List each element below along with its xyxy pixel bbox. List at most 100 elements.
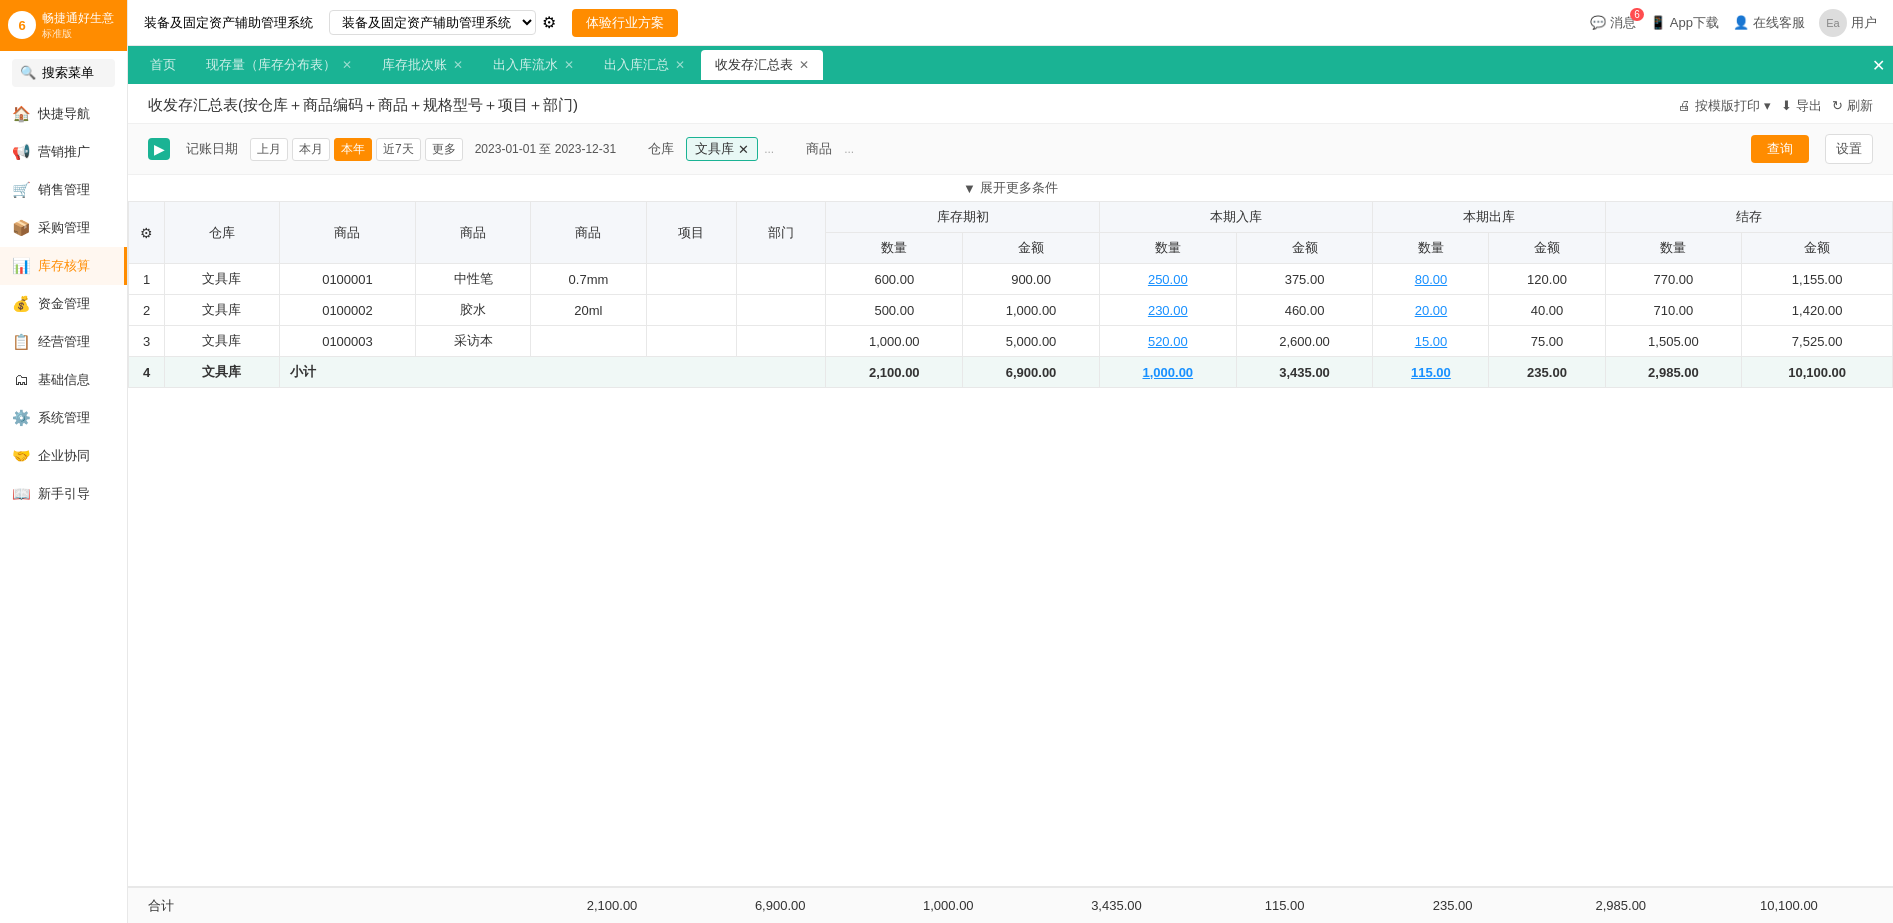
app-download-label: App下载 <box>1670 14 1719 32</box>
sidebar-item-label: 经营管理 <box>38 333 90 351</box>
tab-close-in-out-summary[interactable]: ✕ <box>675 59 685 71</box>
subtotal-row: 4 文具库 小计 2,100.00 6,900.00 1,000.00 3,43… <box>129 357 1893 388</box>
row-in-qty[interactable]: 230.00 <box>1099 295 1236 326</box>
print-template-btn[interactable]: 🖨 按模版打印 ▾ <box>1678 97 1771 115</box>
row-out-amt: 120.00 <box>1489 264 1605 295</box>
tab-close-stock-dist[interactable]: ✕ <box>342 59 352 71</box>
sidebar-item-marketing[interactable]: 📢 营销推广 <box>0 133 127 171</box>
row-goods-spec: 20ml <box>530 295 646 326</box>
tab-in-out-flow[interactable]: 出入库流水 ✕ <box>479 50 588 80</box>
expand-icon: ▼ <box>963 181 976 196</box>
message-action[interactable]: 💬 消息 6 <box>1590 14 1636 32</box>
home-icon: 🏠 <box>12 105 30 123</box>
export-btn[interactable]: ⬇ 导出 <box>1781 97 1822 115</box>
row-goods-code: 0100001 <box>279 264 416 295</box>
footer-out-qty: 115.00 <box>1201 894 1369 917</box>
row-out-qty[interactable]: 80.00 <box>1373 264 1489 295</box>
col-opening-qty: 数量 <box>826 233 963 264</box>
sidebar-search-label: 搜索菜单 <box>42 64 94 82</box>
main-area: 装备及固定资产辅助管理系统 装备及固定资产辅助管理系统 ⚙ 体验行业方案 💬 消… <box>128 0 1893 923</box>
row-no: 3 <box>129 326 165 357</box>
warehouse-tag[interactable]: 文具库 ✕ <box>686 137 758 161</box>
warehouse-filter-label: 仓库 <box>648 140 674 158</box>
row-out-amt: 40.00 <box>1489 295 1605 326</box>
row-in-qty[interactable]: 520.00 <box>1099 326 1236 357</box>
settings-gear-icon[interactable]: ⚙ <box>542 13 556 32</box>
tabs-close-all[interactable]: ✕ <box>1872 56 1885 75</box>
row-department <box>736 326 826 357</box>
tab-close-batch-account[interactable]: ✕ <box>453 59 463 71</box>
date-btn-last-month[interactable]: 上月 <box>250 138 288 161</box>
tab-receive-summary[interactable]: 收发存汇总表 ✕ <box>701 50 823 80</box>
row-in-amt: 2,600.00 <box>1236 326 1373 357</box>
trial-btn[interactable]: 体验行业方案 <box>572 9 678 37</box>
goods-filter-label: 商品 <box>806 140 832 158</box>
col-opening-amt: 金额 <box>963 233 1100 264</box>
goods-more[interactable]: ... <box>844 142 854 156</box>
date-btn-7days[interactable]: 近7天 <box>376 138 421 161</box>
chevron-down-icon: ▾ <box>1764 98 1771 113</box>
row-in-qty[interactable]: 250.00 <box>1099 264 1236 295</box>
online-service-label: 在线客服 <box>1753 14 1805 32</box>
subtotal-warehouse: 文具库 <box>165 357 280 388</box>
export-icon: ⬇ <box>1781 98 1792 113</box>
gear-icon[interactable]: ⚙ <box>140 225 153 241</box>
tab-close-receive-summary[interactable]: ✕ <box>799 59 809 71</box>
col-goods-spec-header: 商品 <box>530 202 646 264</box>
sidebar-item-operations[interactable]: 📋 经营管理 <box>0 323 127 361</box>
table-row: 3 文具库 0100003 采访本 1,000.00 5,000.00 520.… <box>129 326 1893 357</box>
row-balance-amt: 1,420.00 <box>1742 295 1893 326</box>
tab-stock-dist[interactable]: 现存量（库存分布表） ✕ <box>192 50 366 80</box>
row-out-qty[interactable]: 15.00 <box>1373 326 1489 357</box>
sidebar-item-basic-info[interactable]: 🗂 基础信息 <box>0 361 127 399</box>
sidebar-item-quick-nav[interactable]: 🏠 快捷导航 <box>0 95 127 133</box>
row-no: 1 <box>129 264 165 295</box>
query-btn[interactable]: 查询 <box>1751 135 1809 163</box>
online-service-action[interactable]: 👤 在线客服 <box>1733 14 1805 32</box>
row-goods-spec <box>530 326 646 357</box>
tab-close-in-out-flow[interactable]: ✕ <box>564 59 574 71</box>
tab-batch-account[interactable]: 库存批次账 ✕ <box>368 50 477 80</box>
top-header: 装备及固定资产辅助管理系统 装备及固定资产辅助管理系统 ⚙ 体验行业方案 💬 消… <box>128 0 1893 46</box>
filter-toggle-btn[interactable]: ▶ <box>148 138 170 160</box>
tab-in-out-summary[interactable]: 出入库汇总 ✕ <box>590 50 699 80</box>
message-icon: 💬 <box>1590 15 1606 30</box>
app-download-action[interactable]: 📱 App下载 <box>1650 14 1719 32</box>
filter-row: 记账日期 上月 本月 本年 近7天 更多 2023-01-01 至 2023-1… <box>186 137 1735 161</box>
col-settings[interactable]: ⚙ <box>129 202 165 264</box>
col-in-qty: 数量 <box>1099 233 1236 264</box>
refresh-btn[interactable]: ↻ 刷新 <box>1832 97 1873 115</box>
main-table: ⚙ 仓库 商品 商品 商品 项目 部门 库存期初 本期入库 本期出库 结存 <box>128 201 1893 388</box>
row-out-qty[interactable]: 20.00 <box>1373 295 1489 326</box>
tab-home[interactable]: 首页 <box>136 50 190 80</box>
row-goods-code: 0100003 <box>279 326 416 357</box>
date-btn-this-year[interactable]: 本年 <box>334 138 372 161</box>
footer-total-label: 合计 <box>148 897 468 915</box>
footer-balance-amt: 10,100.00 <box>1705 894 1873 917</box>
warehouse-more[interactable]: ... <box>764 142 774 156</box>
warehouse-tag-close[interactable]: ✕ <box>738 142 749 157</box>
sidebar-item-finance[interactable]: 💰 资金管理 <box>0 285 127 323</box>
table-row: 2 文具库 0100002 胶水 20ml 500.00 1,000.00 23… <box>129 295 1893 326</box>
sidebar-logo: 6 畅捷通好生意 标准版 <box>0 0 127 51</box>
row-in-amt: 460.00 <box>1236 295 1373 326</box>
sidebar-item-inventory[interactable]: 📊 库存核算 <box>0 247 127 285</box>
date-btn-this-month[interactable]: 本月 <box>292 138 330 161</box>
sidebar-item-enterprise[interactable]: 🤝 企业协同 <box>0 437 127 475</box>
sidebar-item-sales[interactable]: 🛒 销售管理 <box>0 171 127 209</box>
expand-more-btn[interactable]: ▼ 展开更多条件 <box>963 179 1058 197</box>
col-balance-amt: 金额 <box>1742 233 1893 264</box>
sidebar-item-label: 销售管理 <box>38 181 90 199</box>
sidebar-item-system[interactable]: ⚙️ 系统管理 <box>0 399 127 437</box>
user-action[interactable]: Ea 用户 <box>1819 9 1877 37</box>
system-select[interactable]: 装备及固定资产辅助管理系统 <box>329 10 536 35</box>
sidebar-search-item[interactable]: 🔍 搜索菜单 <box>0 51 127 95</box>
row-department <box>736 295 826 326</box>
subtotal-out-qty: 115.00 <box>1373 357 1489 388</box>
subtotal-in-amt: 3,435.00 <box>1236 357 1373 388</box>
sidebar-item-new-guide[interactable]: 📖 新手引导 <box>0 475 127 513</box>
date-btn-more[interactable]: 更多 <box>425 138 463 161</box>
warehouse-filter: 文具库 ✕ ... <box>686 137 774 161</box>
sidebar-item-purchase[interactable]: 📦 采购管理 <box>0 209 127 247</box>
filter-settings-btn[interactable]: 设置 <box>1825 134 1873 164</box>
